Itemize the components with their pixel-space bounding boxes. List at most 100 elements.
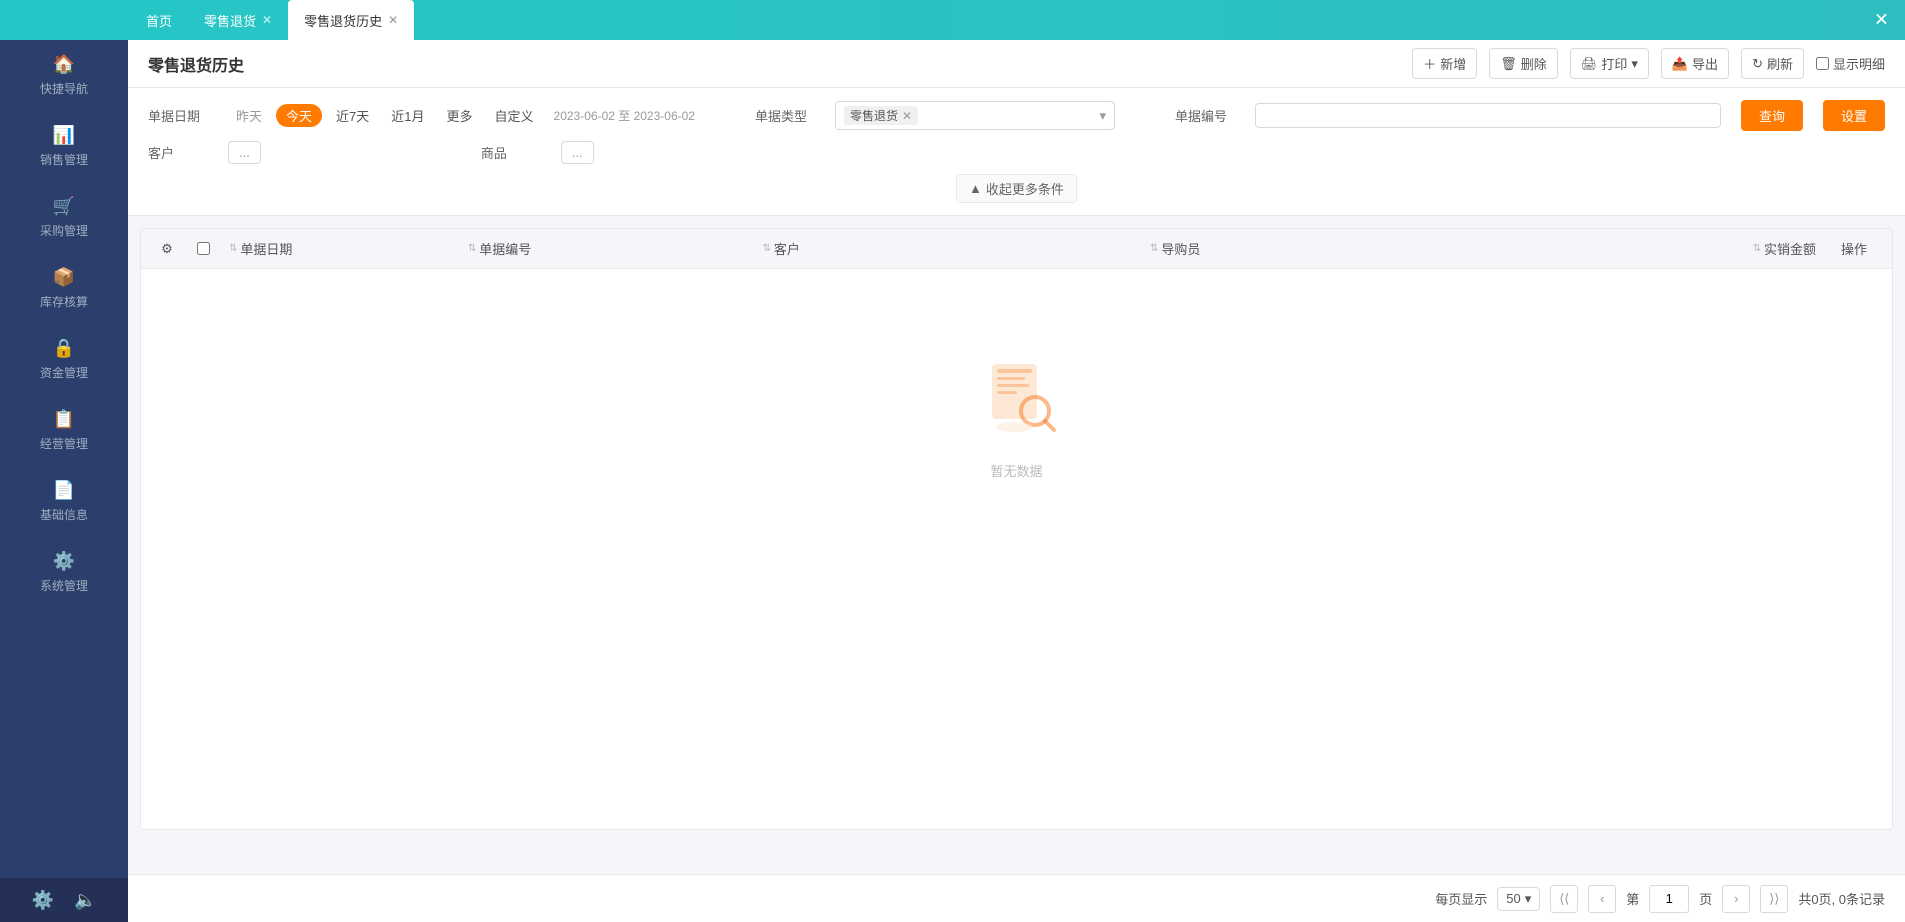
empty-text: 暂无数据 bbox=[990, 461, 1042, 480]
date-range-display: 2023-06-02 至 2023-06-02 bbox=[554, 107, 695, 124]
col-num-label: 单据编号 bbox=[479, 239, 531, 258]
sidebar-item-inventory[interactable]: 📦 库存核算 bbox=[0, 253, 128, 324]
page-size-arrow: ▾ bbox=[1525, 891, 1532, 907]
settings-button[interactable]: 设置 bbox=[1823, 100, 1885, 131]
goods-label: 商品 bbox=[481, 143, 541, 162]
date-opt-yesterday[interactable]: 昨天 bbox=[228, 104, 270, 127]
refresh-button[interactable]: ↻ 刷新 bbox=[1741, 48, 1804, 79]
sidebar-item-sales[interactable]: 📊 销售管理 bbox=[0, 111, 128, 182]
goods-select-btn[interactable]: ... bbox=[561, 141, 594, 164]
col-guide-header: ⇅ 导购员 bbox=[1142, 239, 1437, 258]
doc-num-input[interactable] bbox=[1255, 103, 1721, 128]
col-setting[interactable]: ⚙ bbox=[149, 241, 185, 257]
sidebar-bottom: ⚙️ 🔈 bbox=[0, 878, 128, 922]
tab-retail-return-label: 零售退货 bbox=[204, 11, 256, 30]
tab-retail-return-history-close[interactable]: ✕ bbox=[388, 13, 398, 27]
tab-retail-return-history-label: 零售退货历史 bbox=[304, 11, 382, 30]
page-size-value: 50 bbox=[1506, 891, 1520, 906]
page-size-select[interactable]: 50 ▾ bbox=[1497, 887, 1540, 911]
export-button[interactable]: 📤 导出 bbox=[1661, 48, 1729, 79]
customer-select-btn[interactable]: ... bbox=[228, 141, 261, 164]
date-opt-last-month[interactable]: 近1月 bbox=[383, 104, 432, 127]
sort-customer-icon[interactable]: ⇅ bbox=[762, 243, 770, 254]
date-options: 昨天 今天 近7天 近1月 更多 自定义 2023-06-02 至 2023-0… bbox=[228, 104, 695, 127]
sort-amount-icon[interactable]: ⇅ bbox=[1753, 243, 1761, 254]
window-close-button[interactable]: ✕ bbox=[1874, 10, 1889, 31]
sidebar-item-system[interactable]: ⚙️ 系统管理 bbox=[0, 537, 128, 608]
tab-retail-return[interactable]: 零售退货 ✕ bbox=[188, 0, 288, 40]
delete-button[interactable]: 🗑 删除 bbox=[1489, 48, 1558, 79]
doc-type-label: 单据类型 bbox=[755, 106, 815, 125]
col-date-label: 单据日期 bbox=[240, 239, 292, 258]
main-content: 零售退货历史 ＋ 新增 🗑 删除 🖨 打印 ▾ 📤 导出 ↻ 刷新 bbox=[128, 40, 1905, 922]
collapse-button[interactable]: ▲ 收起更多条件 bbox=[956, 174, 1077, 203]
last-page-button[interactable]: ⟩⟩ bbox=[1760, 885, 1788, 913]
col-customer-header: ⇅ 客户 bbox=[754, 239, 1141, 258]
sidebar-item-finance[interactable]: 🔒 资金管理 bbox=[0, 324, 128, 395]
date-filter-label: 单据日期 bbox=[148, 106, 208, 125]
tab-retail-return-close[interactable]: ✕ bbox=[262, 13, 272, 27]
show-detail-checkbox[interactable] bbox=[1816, 57, 1829, 70]
next-page-button[interactable]: › bbox=[1722, 885, 1750, 913]
sidebar-item-purchase[interactable]: 🛒 采购管理 bbox=[0, 182, 128, 253]
basic-icon: 📄 bbox=[53, 480, 75, 501]
pagination-bar: 每页显示 50 ▾ ⟨⟨ ‹ 第 页 › ⟩⟩ 共0页, 0条记录 bbox=[128, 874, 1905, 922]
first-page-button[interactable]: ⟨⟨ bbox=[1550, 885, 1578, 913]
tab-home[interactable]: 首页 bbox=[130, 0, 188, 40]
tab-retail-return-history[interactable]: 零售退货历史 ✕ bbox=[288, 0, 414, 40]
sidebar-label-operation: 经营管理 bbox=[40, 435, 88, 452]
filter-row-2: 客户 ... 商品 ... bbox=[148, 141, 1885, 164]
refresh-icon: ↻ bbox=[1752, 56, 1763, 72]
operation-icon: 📋 bbox=[53, 409, 75, 430]
sidebar-item-operation[interactable]: 📋 经营管理 bbox=[0, 395, 128, 466]
doc-type-tag: 零售退货 ✕ bbox=[844, 106, 918, 125]
date-opt-today[interactable]: 今天 bbox=[276, 104, 322, 127]
home-icon: 🏠 bbox=[53, 54, 75, 75]
print-button[interactable]: 🖨 打印 ▾ bbox=[1570, 48, 1649, 79]
page-number-input[interactable] bbox=[1649, 885, 1689, 913]
sidebar-label-sales: 销售管理 bbox=[40, 151, 88, 168]
sidebar-item-basic[interactable]: 📄 基础信息 bbox=[0, 466, 128, 537]
print-arrow-icon: ▾ bbox=[1631, 56, 1638, 72]
inventory-icon: 📦 bbox=[53, 267, 75, 288]
show-detail-checkbox-wrapper[interactable]: 显示明细 bbox=[1816, 54, 1885, 73]
empty-illustration bbox=[967, 349, 1067, 449]
doc-type-tag-close[interactable]: ✕ bbox=[902, 109, 912, 123]
new-button[interactable]: ＋ 新增 bbox=[1412, 48, 1477, 79]
prev-page-button[interactable]: ‹ bbox=[1588, 885, 1616, 913]
page-summary: 共0页, 0条记录 bbox=[1798, 889, 1885, 908]
sort-guide-icon[interactable]: ⇅ bbox=[1150, 243, 1158, 254]
print-label: 打印 bbox=[1601, 54, 1627, 73]
col-amount-label: 实销金额 bbox=[1764, 239, 1816, 258]
query-button[interactable]: 查询 bbox=[1741, 100, 1803, 131]
select-all-checkbox[interactable] bbox=[197, 242, 210, 255]
page-header: 零售退货历史 ＋ 新增 🗑 删除 🖨 打印 ▾ 📤 导出 ↻ 刷新 bbox=[128, 40, 1905, 88]
sort-num-icon[interactable]: ⇅ bbox=[468, 243, 476, 254]
header-actions: ＋ 新增 🗑 删除 🖨 打印 ▾ 📤 导出 ↻ 刷新 显示明 bbox=[1412, 48, 1885, 79]
col-check[interactable] bbox=[185, 242, 221, 255]
doc-type-select[interactable]: 零售退货 ✕ ▾ bbox=[835, 101, 1115, 130]
settings-bottom-icon[interactable]: ⚙️ bbox=[32, 890, 54, 911]
collapse-icon: ▲ bbox=[969, 181, 982, 196]
delete-label: 删除 bbox=[1521, 54, 1547, 73]
export-label: 导出 bbox=[1692, 54, 1718, 73]
date-opt-last7[interactable]: 近7天 bbox=[328, 104, 377, 127]
sort-date-icon[interactable]: ⇅ bbox=[229, 243, 237, 254]
sidebar-label-quick-nav: 快捷导航 bbox=[40, 80, 88, 97]
settings-col-icon[interactable]: ⚙ bbox=[161, 241, 173, 257]
system-icon: ⚙️ bbox=[53, 551, 75, 572]
delete-icon: 🗑 bbox=[1500, 56, 1517, 72]
collapse-label: 收起更多条件 bbox=[986, 179, 1064, 198]
customer-label: 客户 bbox=[148, 143, 208, 162]
sidebar-label-basic: 基础信息 bbox=[40, 506, 88, 523]
date-opt-more[interactable]: 更多 bbox=[439, 104, 481, 127]
date-opt-custom[interactable]: 自定义 bbox=[487, 104, 542, 127]
page-size-label: 每页显示 bbox=[1435, 889, 1487, 908]
volume-icon[interactable]: 🔈 bbox=[74, 890, 96, 911]
top-bar: 首页 零售退货 ✕ 零售退货历史 ✕ ✕ bbox=[0, 0, 1905, 40]
print-icon: 🖨 bbox=[1581, 56, 1598, 72]
col-guide-label: 导购员 bbox=[1161, 239, 1200, 258]
col-action-header: 操作 bbox=[1824, 239, 1884, 258]
sidebar-item-quick-nav[interactable]: 🏠 快捷导航 bbox=[0, 40, 128, 111]
filter-area: 单据日期 昨天 今天 近7天 近1月 更多 自定义 2023-06-02 至 2… bbox=[128, 88, 1905, 216]
